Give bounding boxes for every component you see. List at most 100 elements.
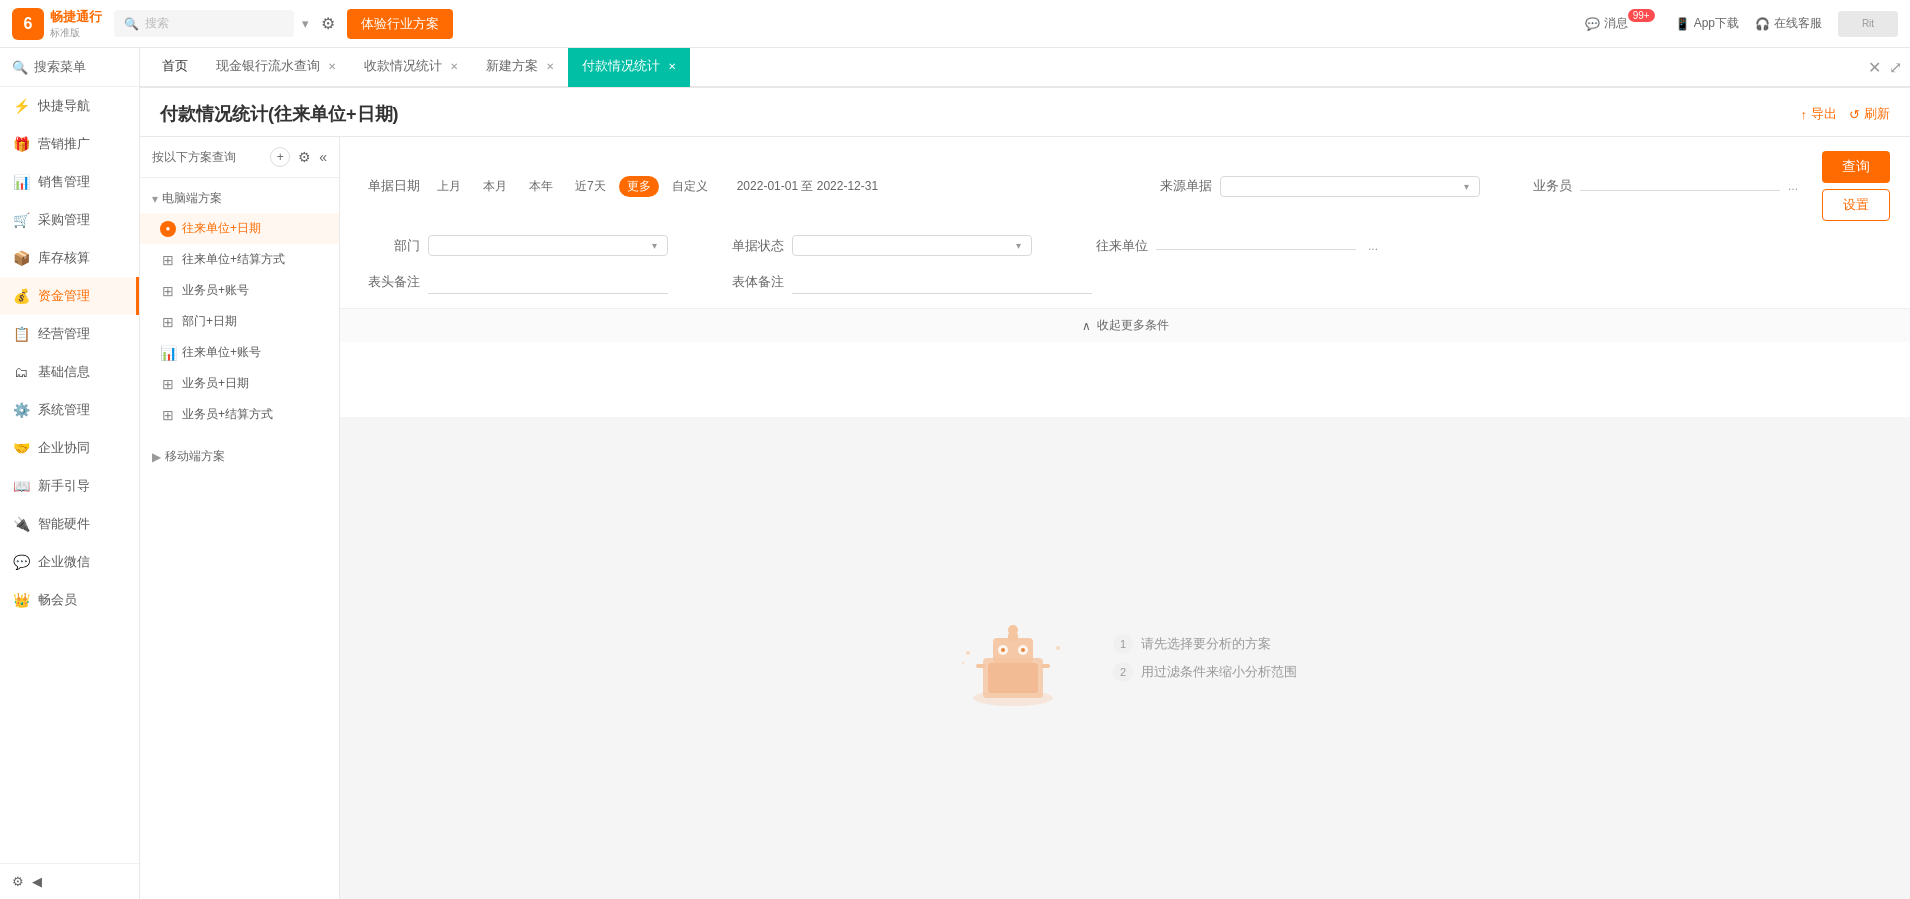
user-avatar[interactable]: Rit xyxy=(1838,11,1898,37)
scheme-add-button[interactable]: + xyxy=(270,147,290,167)
staff-label: 业务员 xyxy=(1512,177,1572,195)
empty-state: 1 请先选择要分析的方案 2 用过滤条件来缩小分析范围 xyxy=(340,417,1910,899)
date-btn-this-month[interactable]: 本月 xyxy=(474,174,516,199)
sidebar-item-operation[interactable]: 📋 经营管理 xyxy=(0,315,139,353)
collapse-button[interactable]: ∧ 收起更多条件 xyxy=(340,308,1910,342)
scheme-item-staff-account[interactable]: ⊞ 业务员+账号 xyxy=(140,275,339,306)
source-select[interactable]: ▾ xyxy=(1220,176,1480,197)
app-download-button[interactable]: 📱 App下载 xyxy=(1675,15,1739,32)
unit-input[interactable] xyxy=(1156,241,1356,250)
status-label: 单据状态 xyxy=(724,237,784,255)
sidebar-item-marketing[interactable]: 🎁 营销推广 xyxy=(0,125,139,163)
sidebar-item-finance[interactable]: 💰 资金管理 xyxy=(0,277,139,315)
scheme-group-mobile-header[interactable]: ▶ 移动端方案 xyxy=(140,442,339,471)
dropdown-arrow[interactable]: ▾ xyxy=(302,16,309,31)
tab-bank-flow[interactable]: 现金银行流水查询 ✕ xyxy=(202,48,350,87)
staff-input[interactable] xyxy=(1580,182,1780,191)
gear-button[interactable]: ⚙ xyxy=(321,14,335,33)
scheme-group-desktop-header[interactable]: ▾ 电脑端方案 xyxy=(140,184,339,213)
dept-label: 部门 xyxy=(360,237,420,255)
settings-button[interactable]: 设置 xyxy=(1822,189,1890,221)
search-icon: 🔍 xyxy=(12,60,28,75)
scheme-panel-title: 按以下方案查询 xyxy=(152,149,236,166)
tab-expand-icon[interactable]: ⤢ xyxy=(1889,58,1902,77)
tab-receivable-close[interactable]: ✕ xyxy=(450,61,458,72)
scheme-item-dept-date[interactable]: ⊞ 部门+日期 xyxy=(140,306,339,337)
trial-button[interactable]: 体验行业方案 xyxy=(347,9,453,39)
sidebar-item-purchase[interactable]: 🛒 采购管理 xyxy=(0,201,139,239)
tab-home[interactable]: 首页 xyxy=(148,48,202,87)
table-icon-3: ⊞ xyxy=(160,314,176,330)
filter-cell-staff: 业务员 ... 查询 设置 xyxy=(1512,151,1890,221)
source-arrow: ▾ xyxy=(1464,181,1469,192)
table-icon-5: ⊞ xyxy=(160,407,176,423)
sidebar-item-wechat[interactable]: 💬 企业微信 xyxy=(0,543,139,581)
scheme-item-unit-date[interactable]: ● 往来单位+日期 xyxy=(140,213,339,244)
date-btn-custom[interactable]: 自定义 xyxy=(663,174,717,199)
date-btn-last-month[interactable]: 上月 xyxy=(428,174,470,199)
status-select[interactable]: ▾ xyxy=(792,235,1032,256)
wechat-icon: 💬 xyxy=(12,553,30,571)
filter-row-2: 部门 ▾ 单据状态 xyxy=(360,235,1890,256)
date-btn-7days[interactable]: 近7天 xyxy=(566,174,615,199)
body-remark-label: 表体备注 xyxy=(724,273,784,291)
date-range-display: 2022-01-01 至 2022-12-31 xyxy=(737,178,878,195)
page-header: 付款情况统计(往来单位+日期) ↑ 导出 ↺ 刷新 xyxy=(140,88,1910,137)
header-remark-input[interactable] xyxy=(428,270,668,294)
sidebar-item-quick-nav[interactable]: ⚡ 快捷导航 xyxy=(0,87,139,125)
sidebar-item-guide[interactable]: 📖 新手引导 xyxy=(0,467,139,505)
basic-icon: 🗂 xyxy=(12,363,30,381)
sidebar-settings-icon[interactable]: ⚙ xyxy=(12,874,24,889)
tab-payable-close[interactable]: ✕ xyxy=(668,61,676,72)
scheme-item-staff-settlement[interactable]: ⊞ 业务员+结算方式 xyxy=(140,399,339,430)
scheme-item-staff-date[interactable]: ⊞ 业务员+日期 xyxy=(140,368,339,399)
guide-icon: 📖 xyxy=(12,477,30,495)
page-actions: ↑ 导出 ↺ 刷新 xyxy=(1801,105,1891,123)
sidebar-item-inventory[interactable]: 📦 库存核算 xyxy=(0,239,139,277)
online-service-button[interactable]: 🎧 在线客服 xyxy=(1755,15,1822,32)
table-icon-2: ⊞ xyxy=(160,283,176,299)
svg-point-13 xyxy=(962,662,965,665)
messages-button[interactable]: 💬 消息 99+ xyxy=(1585,15,1659,32)
sidebar-item-member[interactable]: 👑 畅会员 xyxy=(0,581,139,619)
scheme-collapse-button[interactable]: « xyxy=(319,149,327,165)
tab-bank-flow-close[interactable]: ✕ xyxy=(328,61,336,72)
sidebar-collapse-icon[interactable]: ◀ xyxy=(32,874,42,889)
sidebar-item-basic[interactable]: 🗂 基础信息 xyxy=(0,353,139,391)
operation-icon: 📋 xyxy=(12,325,30,343)
sidebar-bottom: ⚙ ◀ xyxy=(0,863,139,899)
filter-row-1: 单据日期 上月 本月 本年 近7天 更多 自定义 xyxy=(360,151,1890,221)
filter-results-area: 单据日期 上月 本月 本年 近7天 更多 自定义 xyxy=(340,137,1910,899)
refresh-button[interactable]: ↺ 刷新 xyxy=(1849,105,1890,123)
sidebar-item-sales[interactable]: 📊 销售管理 xyxy=(0,163,139,201)
unit-label: 往来单位 xyxy=(1088,237,1148,255)
sidebar-item-system[interactable]: ⚙️ 系统管理 xyxy=(0,391,139,429)
export-icon: ↑ xyxy=(1801,107,1808,122)
dept-select[interactable]: ▾ xyxy=(428,235,668,256)
quick-nav-icon: ⚡ xyxy=(12,97,30,115)
tab-new-scheme[interactable]: 新建方案 ✕ xyxy=(472,48,568,87)
export-button[interactable]: ↑ 导出 xyxy=(1801,105,1838,123)
search-bar: 🔍 搜索 xyxy=(114,10,294,37)
date-btn-this-year[interactable]: 本年 xyxy=(520,174,562,199)
date-btn-more[interactable]: 更多 xyxy=(619,176,659,197)
tab-close-all-icon[interactable]: ✕ xyxy=(1868,58,1881,77)
purchase-icon: 🛒 xyxy=(12,211,30,229)
sales-icon: 📊 xyxy=(12,173,30,191)
tab-new-scheme-close[interactable]: ✕ xyxy=(546,61,554,72)
tab-receivable[interactable]: 收款情况统计 ✕ xyxy=(350,48,472,87)
sidebar-search[interactable]: 🔍 搜索菜单 xyxy=(0,48,139,87)
logo-icon: 6 xyxy=(12,8,44,40)
scheme-item-unit-account[interactable]: 📊 往来单位+账号 xyxy=(140,337,339,368)
table-icon-1: ⊞ xyxy=(160,252,176,268)
tab-payable[interactable]: 付款情况统计 ✕ xyxy=(568,48,690,87)
filter-area: 单据日期 上月 本月 本年 近7天 更多 自定义 xyxy=(340,137,1910,417)
filter-cell-unit: 往来单位 ... xyxy=(1088,237,1378,255)
sidebar-item-hardware[interactable]: 🔌 智能硬件 xyxy=(0,505,139,543)
collapse-icon: ∧ xyxy=(1082,319,1091,333)
sidebar-item-enterprise[interactable]: 🤝 企业协同 xyxy=(0,429,139,467)
query-button[interactable]: 查询 xyxy=(1822,151,1890,183)
scheme-settings-button[interactable]: ⚙ xyxy=(298,149,311,165)
scheme-item-unit-settlement[interactable]: ⊞ 往来单位+结算方式 xyxy=(140,244,339,275)
body-remark-input[interactable] xyxy=(792,270,1092,294)
